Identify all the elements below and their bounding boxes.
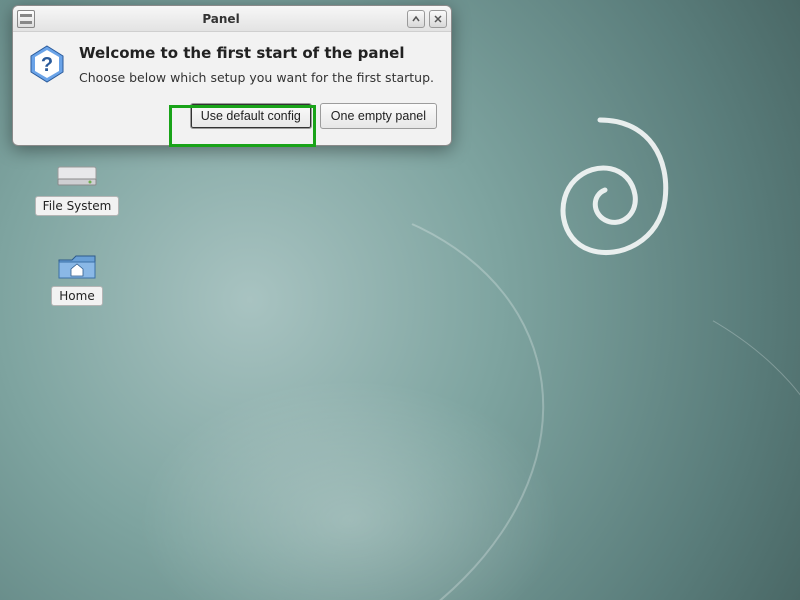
dialog-titlebar[interactable]: Panel bbox=[13, 6, 451, 32]
drive-icon bbox=[56, 160, 98, 192]
svg-text:?: ? bbox=[41, 54, 53, 76]
debian-swirl-logo bbox=[520, 100, 680, 270]
dialog-subtext: Choose below which setup you want for th… bbox=[79, 70, 434, 85]
desktop-icon-home[interactable]: Home bbox=[32, 250, 122, 306]
close-button[interactable] bbox=[429, 10, 447, 28]
use-default-config-button[interactable]: Use default config bbox=[190, 103, 312, 129]
dialog-heading: Welcome to the first start of the panel bbox=[79, 44, 434, 62]
one-empty-panel-button[interactable]: One empty panel bbox=[320, 103, 437, 129]
panel-first-start-dialog: Panel ? Welcome to the first start of th… bbox=[12, 5, 452, 146]
minimize-button[interactable] bbox=[407, 10, 425, 28]
panel-app-icon bbox=[17, 10, 35, 28]
desktop-icon-label: File System bbox=[35, 196, 120, 216]
home-folder-icon bbox=[56, 250, 98, 282]
question-icon: ? bbox=[27, 44, 67, 84]
desktop-icon-file-system[interactable]: File System bbox=[32, 160, 122, 216]
desktop-icon-label: Home bbox=[51, 286, 102, 306]
dialog-title: Panel bbox=[35, 12, 407, 26]
